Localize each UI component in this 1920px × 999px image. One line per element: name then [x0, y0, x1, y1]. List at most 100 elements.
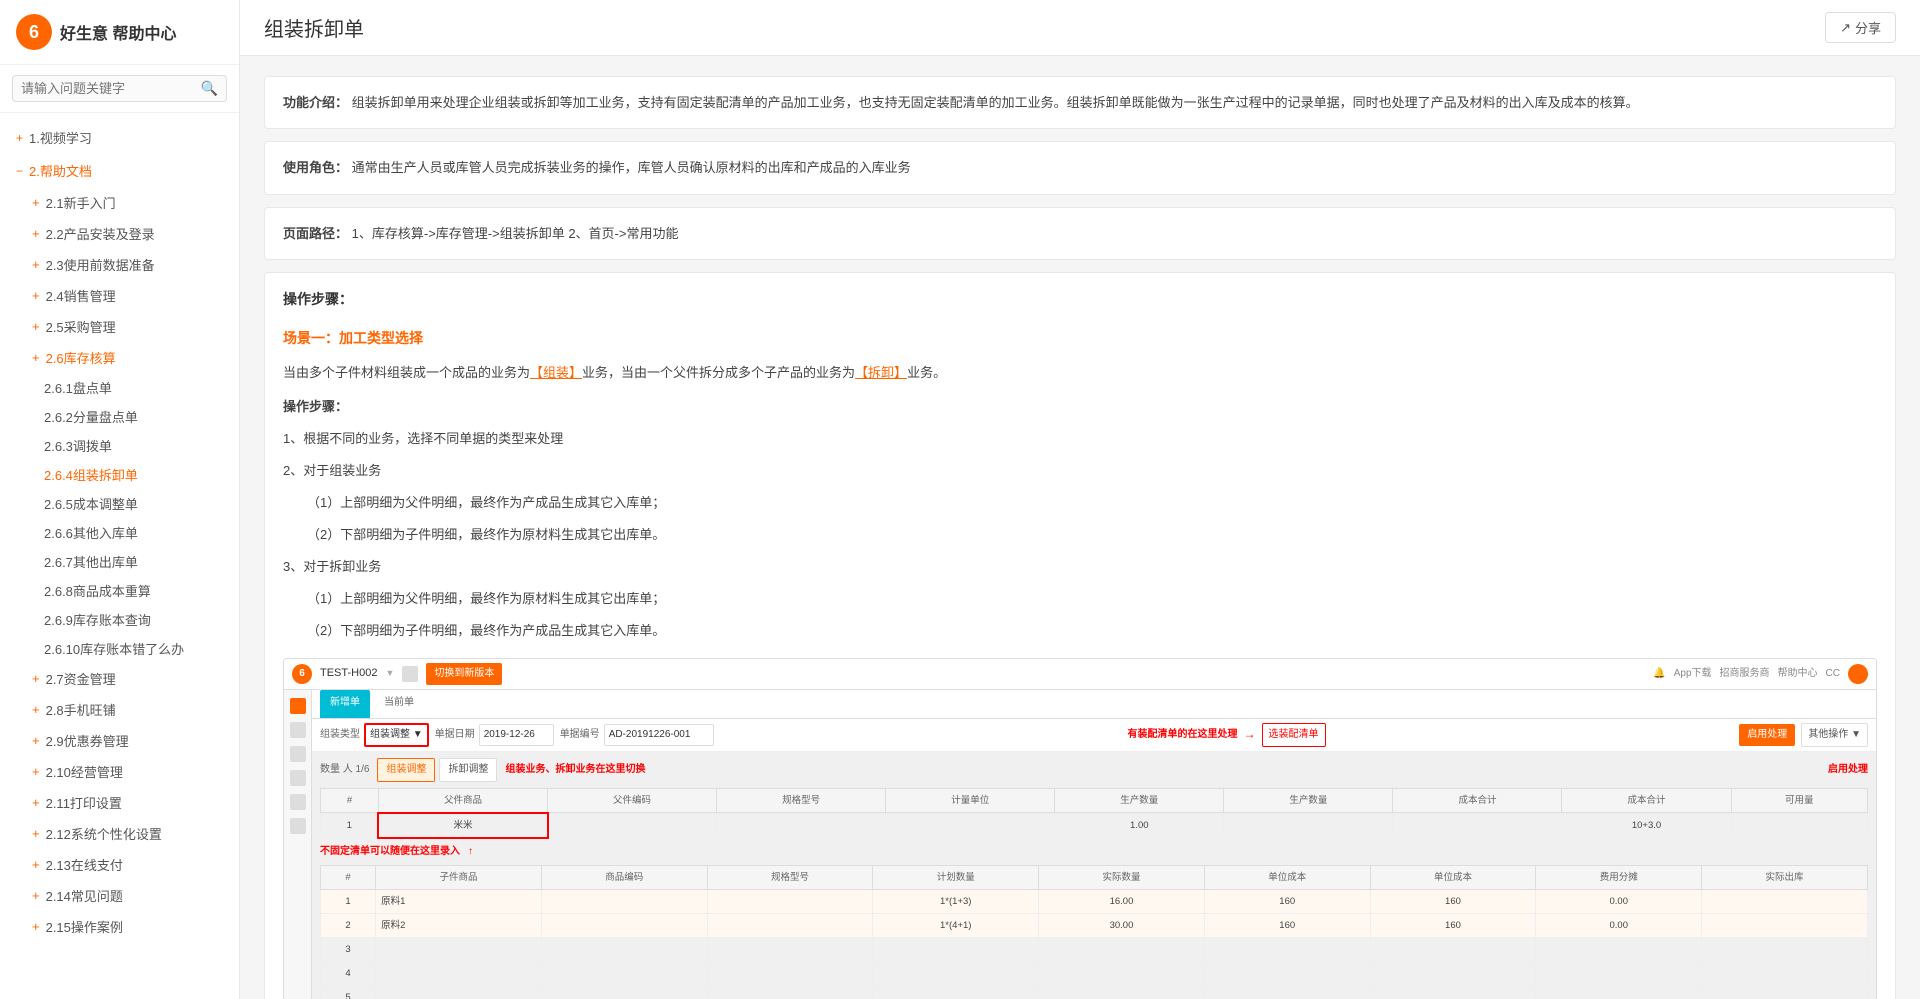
sidebar-item-2.6.2[interactable]: 2.6.2分量盘点单 [0, 402, 239, 431]
sim-help: 帮助中心 [1778, 665, 1818, 683]
share-button[interactable]: ↗ 分享 [1825, 12, 1896, 43]
sidebar-item-2.11[interactable]: +2.11打印设置 [0, 787, 239, 818]
sim-date-input[interactable]: 2019-12-26 [479, 724, 554, 746]
step-1: 1、根据不同的业务，选择不同单据的类型来处理 [283, 426, 1877, 452]
sim-th-prod-qty: 生产数量 [1055, 788, 1224, 813]
sidebar-item-2.7[interactable]: +2.7资金管理 [0, 663, 239, 694]
sidebar-item-2.8[interactable]: +2.8手机旺铺 [0, 694, 239, 725]
sim-doctype-select[interactable]: 组装调整 ▼ [364, 723, 429, 747]
td-4-6 [1204, 986, 1370, 999]
sidebar-label-2.13: 2.13在线支付 [46, 855, 123, 874]
sidebar-label-2.11: 2.11打印设置 [46, 793, 122, 812]
td-parent-code [548, 813, 717, 838]
plus-icon: + [32, 764, 40, 779]
sim-table-parent-header: # 父件商品 父件编码 规格型号 计量单位 生产数量 生产数量 成本合计 [321, 788, 1868, 813]
sim-type-select-row: 数量 人 1/6 组装调整 拆卸调整 组装业务、拆卸业务在这里切换 启用处理 [320, 758, 1868, 782]
sim-opt-assembly[interactable]: 组装调整 [377, 758, 435, 782]
sim-toolbar: 组装类型 组装调整 ▼ 单据日期 2019-12-26 单据编号 AD-2019… [312, 719, 1876, 752]
plus-icon: + [32, 226, 40, 241]
sidebar-nav: +1.视频学习−2.帮助文档+2.1新手入门+2.2产品安装及登录+2.3使用前… [0, 113, 239, 999]
sidebar-item-2.6.7[interactable]: 2.6.7其他出库单 [0, 547, 239, 576]
plus-icon: + [32, 671, 40, 686]
sidebar-item-2.6.10[interactable]: 2.6.10库存账本错了么办 [0, 634, 239, 663]
sidebar-item-2.6.3[interactable]: 2.6.3调拨单 [0, 431, 239, 460]
sim-main-sm: 新增单 当前单 组装类型 组装调整 ▼ 单据日期 [312, 690, 1876, 999]
sidebar-item-2.6.9[interactable]: 2.6.9库存账本查询 [0, 605, 239, 634]
sim-toolbar-date: 单据日期 2019-12-26 [435, 724, 554, 746]
sidebar-item-2.14[interactable]: +2.14常见问题 [0, 880, 239, 911]
sidebar-item-2.2[interactable]: +2.2产品安装及登录 [0, 218, 239, 249]
td-seq: 1 [321, 813, 379, 838]
sidebar-item-2[interactable]: −2.帮助文档 [0, 154, 239, 187]
sidebar-item-2.9[interactable]: +2.9优惠券管理 [0, 725, 239, 756]
td-2-3 [707, 938, 873, 962]
sidebar-item-2.3[interactable]: +2.3使用前数据准备 [0, 249, 239, 280]
sim-body: 新增单 当前单 组装类型 组装调整 ▼ 单据日期 [284, 690, 1876, 999]
sim-select-bom-btn[interactable]: 选装配清单 [1262, 723, 1326, 747]
sim-annotation-area: 有装配清单的在这里处理 → 选装配清单 [720, 723, 1734, 747]
sim-th-available: 可用量 [1731, 788, 1867, 813]
sidebar-item-2.6.8[interactable]: 2.6.8商品成本重算 [0, 576, 239, 605]
sidebar-label-2: 2.帮助文档 [29, 161, 92, 180]
sim-tab-current[interactable]: 当前单 [374, 690, 424, 718]
sim-action-btn[interactable]: 启用处理 [1739, 724, 1795, 746]
sidebar-item-2.6[interactable]: +2.6库存核算 [0, 342, 239, 373]
role-text: 通常由生产人员或库管人员完成拆装业务的操作，库管人员确认原材料的出库和产成品的入… [352, 160, 911, 175]
step-title-ops: 操作步骤： [283, 394, 1877, 420]
sidebar-item-2.5[interactable]: +2.5采购管理 [0, 311, 239, 342]
sim-orderno-input[interactable]: AD-20191226-001 [604, 724, 714, 746]
page-title: 组装拆卸单 [264, 13, 364, 42]
sidebar-item-2.1[interactable]: +2.1新手入门 [0, 187, 239, 218]
sim-type-annotation: 组装业务、拆卸业务在这里切换 [505, 761, 645, 779]
td-cost1 [1393, 813, 1562, 838]
td-0-1: 原料1 [376, 889, 542, 913]
sidebar-item-2.6.5[interactable]: 2.6.5成本调整单 [0, 489, 239, 518]
sidebar-item-2.4[interactable]: +2.4销售管理 [0, 280, 239, 311]
screenshot-container: 6 TEST-H002 ▼ 切换到新版本 🔔 App下载 招商服务商 帮助中心 … [283, 658, 1877, 999]
sidebar-item-2.12[interactable]: +2.12系统个性化设置 [0, 818, 239, 849]
share-icon: ↗ [1840, 20, 1851, 36]
sim-more-btn[interactable]: 其他操作 ▼ [1801, 723, 1868, 747]
sidebar-item-2.6.6[interactable]: 2.6.6其他入库单 [0, 518, 239, 547]
sim-cc: CC [1826, 665, 1840, 683]
sidebar-label-2.5: 2.5采购管理 [46, 317, 116, 336]
sim-annotation-arrow: → [1244, 724, 1256, 746]
minus-icon: − [16, 164, 23, 178]
sidebar-item-2.6.4[interactable]: 2.6.4组装拆卸单 [0, 460, 239, 489]
intro-text: 组装拆卸单用来处理企业组装或拆卸等加工业务，支持有固定装配清单的产品加工业务，也… [352, 95, 1639, 110]
sim-opt-disassembly[interactable]: 拆卸调整 [439, 758, 497, 782]
sim-sidebar-icon-2 [290, 722, 306, 738]
td-prod-qty: 1.00 [1055, 813, 1224, 838]
plus-icon: + [32, 795, 40, 810]
intro-block: 功能介绍： 组装拆卸单用来处理企业组装或拆卸等加工业务，支持有固定装配清单的产品… [264, 76, 1896, 129]
td-3-5 [1039, 962, 1205, 986]
sidebar-item-2.15[interactable]: +2.15操作案例 [0, 911, 239, 942]
sidebar-item-2.13[interactable]: +2.13在线支付 [0, 849, 239, 880]
td-4-4 [873, 986, 1039, 999]
td-2-4 [873, 938, 1039, 962]
sim-th-unit-cost2: 单位成本 [1370, 865, 1536, 889]
step-2: 2、对于组装业务 [283, 458, 1877, 484]
sim-tab-new[interactable]: 新增单 [320, 690, 370, 718]
sidebar-item-2.10[interactable]: +2.10经营管理 [0, 756, 239, 787]
td-0-6: 160 [1204, 889, 1370, 913]
td-3-3 [707, 962, 873, 986]
td-1-6: 160 [1204, 913, 1370, 937]
td-4-8 [1536, 986, 1702, 999]
sim-bottom-annotation-row: 不固定清单可以随便在这里录入 ↑ [320, 843, 1868, 861]
main-header: 组装拆卸单 ↗ 分享 [240, 0, 1920, 56]
sidebar-item-1[interactable]: +1.视频学习 [0, 121, 239, 154]
sim-settings-icon [402, 666, 418, 682]
table-row: 3 [321, 938, 1868, 962]
search-icon[interactable]: 🔍 [201, 80, 218, 97]
sim-th-child-spec: 规格型号 [707, 865, 873, 889]
td-3-1 [376, 962, 542, 986]
sim-orderno-label: 单据编号 [560, 726, 600, 744]
td-4-7 [1370, 986, 1536, 999]
sidebar-item-2.6.1[interactable]: 2.6.1盘点单 [0, 373, 239, 402]
sim-th-spec: 规格型号 [717, 788, 886, 813]
table-row: 4 [321, 962, 1868, 986]
search-input[interactable] [21, 81, 201, 96]
sidebar-label-2.3: 2.3使用前数据准备 [46, 255, 155, 274]
table-row: 1 米米 1.00 10+3.0 [321, 813, 1868, 838]
